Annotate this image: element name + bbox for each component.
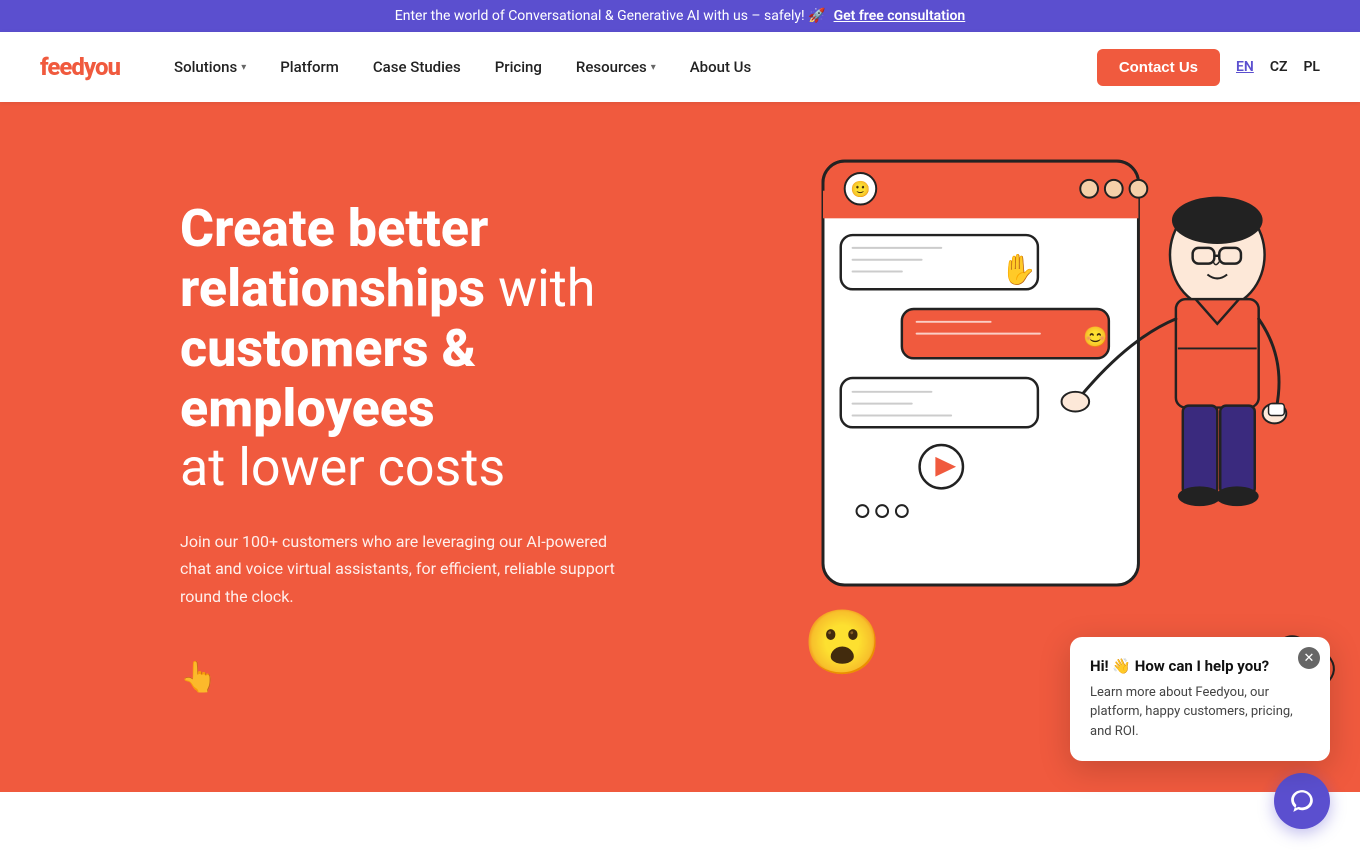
- nav-pricing[interactable]: Pricing: [481, 50, 556, 84]
- contact-button[interactable]: Contact Us: [1097, 49, 1220, 86]
- nav-resources[interactable]: Resources ▾: [562, 50, 670, 84]
- svg-text:😊: 😊: [1083, 326, 1108, 349]
- nav-about[interactable]: About Us: [676, 50, 766, 84]
- chat-widget: ✕ Hi! 👋 How can I help you? Learn more a…: [1070, 637, 1330, 830]
- chevron-down-icon: ▾: [651, 62, 656, 73]
- banner-text: Enter the world of Conversational & Gene…: [395, 8, 826, 24]
- nav-right: Contact Us EN CZ PL: [1097, 49, 1320, 86]
- scroll-hint: 👆: [180, 660, 660, 695]
- nav-case-studies[interactable]: Case Studies: [359, 50, 475, 84]
- logo[interactable]: feedyou: [40, 53, 120, 81]
- chevron-down-icon: ▾: [241, 62, 246, 73]
- chat-widget-body: Learn more about Feedyou, our platform, …: [1090, 683, 1310, 742]
- banner-cta[interactable]: Get free consultation: [834, 8, 966, 24]
- hero-title-with: with: [498, 258, 595, 319]
- nav-links: Solutions ▾ Platform Case Studies Pricin…: [160, 50, 1097, 84]
- svg-text:🙂: 🙂: [851, 180, 871, 199]
- top-banner: Enter the world of Conversational & Gene…: [0, 0, 1360, 32]
- nav-platform[interactable]: Platform: [266, 50, 353, 84]
- wow-emoji: 😮: [803, 606, 882, 680]
- hand-icon: 👆: [180, 660, 217, 695]
- chat-widget-popup: ✕ Hi! 👋 How can I help you? Learn more a…: [1070, 637, 1330, 762]
- chat-bubble-button[interactable]: [1274, 773, 1330, 829]
- hero-title: Create betterrelationships with customer…: [180, 199, 660, 498]
- nav-solutions[interactable]: Solutions ▾: [160, 50, 260, 84]
- chat-widget-title: Hi! 👋 How can I help you?: [1090, 657, 1310, 675]
- lang-pl[interactable]: PL: [1303, 59, 1320, 75]
- hero-content: Create betterrelationships with customer…: [0, 119, 700, 775]
- chat-close-button[interactable]: ✕: [1298, 647, 1320, 669]
- hero-title-line2: customers & employees: [180, 318, 476, 439]
- chat-icon: [1289, 788, 1315, 814]
- lang-cz[interactable]: CZ: [1270, 59, 1288, 75]
- hero-title-bold: Create betterrelationships: [180, 198, 498, 319]
- lang-en[interactable]: EN: [1236, 59, 1254, 75]
- navbar: feedyou Solutions ▾ Platform Case Studie…: [0, 32, 1360, 102]
- hero-subtitle: Join our 100+ customers who are leveragi…: [180, 528, 640, 610]
- svg-text:✋: ✋: [1000, 252, 1037, 287]
- hero-title-line3: at lower costs: [180, 437, 505, 498]
